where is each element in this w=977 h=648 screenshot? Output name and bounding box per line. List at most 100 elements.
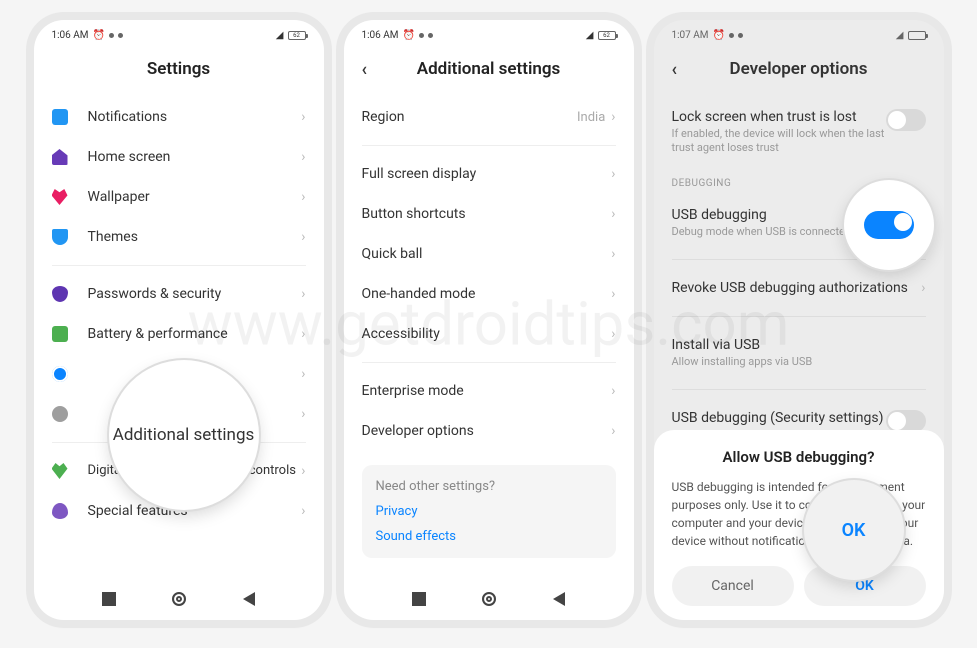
link-privacy[interactable]: Privacy — [376, 504, 602, 519]
dots-icon — [52, 406, 68, 422]
nav-recents-icon[interactable] — [102, 592, 116, 606]
status-dot-icon — [729, 33, 734, 38]
row-label: Home screen — [88, 149, 302, 165]
row-label: Notifications — [88, 109, 302, 125]
home-icon — [52, 149, 68, 165]
row-button-shortcuts[interactable]: Button shortcuts › — [362, 194, 616, 234]
row-sub: Allow installing apps via USB — [672, 355, 926, 369]
status-dot-icon — [109, 33, 114, 38]
phone-settings: 1:06 AM ⏰ ◢ 62 Settings Notifications › … — [34, 20, 324, 620]
divider — [52, 265, 306, 266]
row-label: One-handed mode — [362, 286, 612, 302]
magnifier-usb-toggle — [844, 180, 934, 270]
shield-icon — [52, 286, 68, 302]
footer-question: Need other settings? — [376, 479, 602, 494]
page-title: ‹ Developer options — [654, 45, 944, 97]
chevron-right-icon: › — [301, 189, 305, 205]
settings-row-passwords[interactable]: Passwords & security › — [52, 274, 306, 314]
toggle-usb-debugging[interactable] — [864, 211, 914, 239]
statusbar: 1:06 AM ⏰ ◢ 62 — [34, 20, 324, 45]
nav-recents-icon[interactable] — [412, 592, 426, 606]
settings-row-wallpaper[interactable]: Wallpaper › — [52, 177, 306, 217]
signal-icon: ◢ — [586, 30, 594, 41]
divider — [672, 316, 926, 317]
row-developer-options[interactable]: Developer options › — [362, 411, 616, 451]
row-one-handed-mode[interactable]: One-handed mode › — [362, 274, 616, 314]
row-label: Wallpaper — [88, 189, 302, 205]
chevron-right-icon: › — [301, 366, 305, 382]
chevron-right-icon: › — [301, 229, 305, 245]
statusbar: 1:07 AM ⏰ ◢ — [654, 20, 944, 45]
navbar — [344, 580, 634, 620]
page-title: Settings — [34, 45, 324, 97]
row-enterprise-mode[interactable]: Enterprise mode › — [362, 371, 616, 411]
row-label: Enterprise mode — [362, 383, 612, 399]
toggle-lock-trust[interactable] — [886, 109, 926, 131]
status-time: 1:07 AM — [672, 30, 709, 41]
row-sub: If enabled, the device will lock when th… — [672, 127, 886, 156]
chevron-right-icon: › — [301, 326, 305, 342]
battery-icon: 62 — [598, 31, 616, 40]
settings-row-themes[interactable]: Themes › — [52, 217, 306, 257]
row-label: Button shortcuts — [362, 206, 612, 222]
settings-row-battery[interactable]: Battery & performance › — [52, 314, 306, 354]
settings-row-notifications[interactable]: Notifications › — [52, 97, 306, 137]
row-lock-screen-trust[interactable]: Lock screen when trust is lost If enable… — [672, 97, 926, 168]
chevron-right-icon: › — [301, 503, 305, 519]
chevron-right-icon: › — [301, 109, 305, 125]
status-time: 1:06 AM — [362, 30, 399, 41]
row-label: Accessibility — [362, 326, 612, 342]
link-sound-effects[interactable]: Sound effects — [376, 529, 602, 544]
nav-back-icon[interactable] — [243, 592, 255, 606]
chevron-right-icon: › — [301, 286, 305, 302]
ok-label: OK — [842, 520, 866, 541]
back-button[interactable]: ‹ — [362, 59, 368, 80]
cancel-button[interactable]: Cancel — [672, 566, 794, 606]
special-icon — [52, 503, 68, 519]
row-value: India — [577, 110, 605, 125]
brush-icon — [52, 229, 68, 245]
dialog-title: Allow USB debugging? — [672, 448, 926, 466]
status-time: 1:06 AM — [52, 30, 89, 41]
chevron-right-icon: › — [611, 206, 615, 222]
row-install-via-usb[interactable]: Install via USB Allow installing apps vi… — [672, 325, 926, 381]
row-label: Revoke USB debugging authorizations — [672, 280, 922, 296]
row-revoke-usb-auth[interactable]: Revoke USB debugging authorizations › — [672, 268, 926, 308]
chevron-right-icon: › — [611, 166, 615, 182]
footer-box: Need other settings? Privacy Sound effec… — [362, 465, 616, 558]
nav-home-icon[interactable] — [172, 592, 186, 606]
chevron-right-icon: › — [611, 326, 615, 342]
back-button[interactable]: ‹ — [672, 59, 678, 80]
row-full-screen-display[interactable]: Full screen display › — [362, 154, 616, 194]
page-title: ‹ Additional settings — [344, 45, 634, 97]
magnifier-ok-button: OK — [804, 480, 904, 580]
chevron-right-icon: › — [611, 109, 615, 125]
statusbar: 1:06 AM ⏰ ◢ 62 — [344, 20, 634, 45]
nav-home-icon[interactable] — [482, 592, 496, 606]
chevron-right-icon: › — [921, 280, 925, 296]
magnifier-additional-settings: Additional settings — [109, 360, 259, 510]
header-label: Additional settings — [417, 59, 561, 79]
battery-icon — [908, 31, 926, 40]
bell-icon — [52, 109, 68, 125]
nav-back-icon[interactable] — [553, 592, 565, 606]
row-label: Developer options — [362, 423, 612, 439]
row-quick-ball[interactable]: Quick ball › — [362, 234, 616, 274]
signal-icon: ◢ — [276, 30, 284, 41]
divider — [362, 145, 616, 146]
settings-row-home-screen[interactable]: Home screen › — [52, 137, 306, 177]
phone-developer-options: 1:07 AM ⏰ ◢ ‹ Developer options Lock scr… — [654, 20, 944, 620]
flower-icon — [52, 189, 68, 205]
row-label: Install via USB — [672, 337, 926, 353]
chevron-right-icon: › — [611, 383, 615, 399]
row-region[interactable]: Region India › — [362, 97, 616, 137]
row-label: Battery & performance — [88, 326, 302, 342]
chevron-right-icon: › — [611, 286, 615, 302]
header-label: Developer options — [730, 59, 868, 79]
toggle-usb-security[interactable] — [886, 410, 926, 432]
row-label: Passwords & security — [88, 286, 302, 302]
row-accessibility[interactable]: Accessibility › — [362, 314, 616, 354]
alarm-icon: ⏰ — [403, 30, 415, 41]
status-dot-icon — [738, 33, 743, 38]
chevron-right-icon: › — [301, 406, 305, 422]
